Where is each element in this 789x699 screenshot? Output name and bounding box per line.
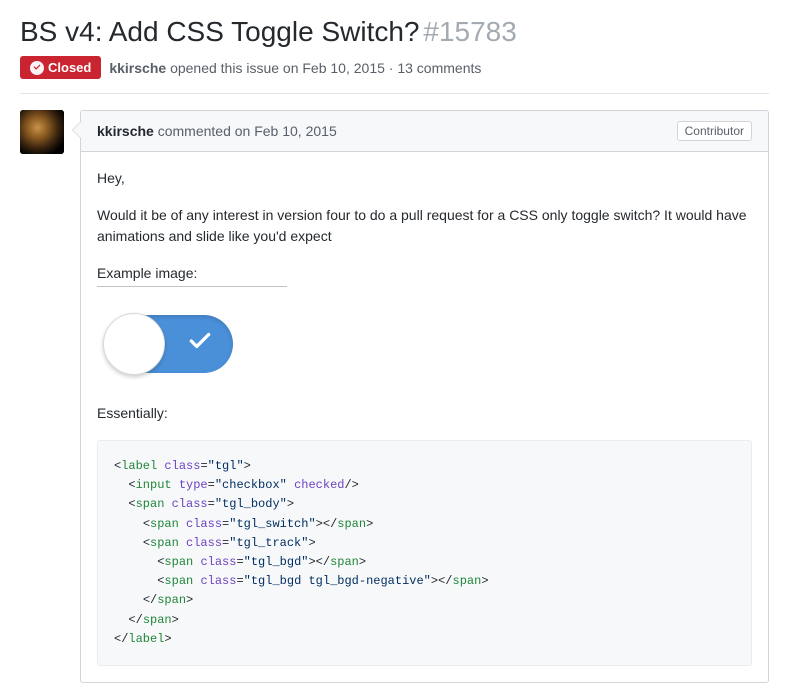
essentially-label: Essentially: (97, 403, 752, 424)
toggle-knob (103, 313, 165, 375)
comment-header: kkirsche commented on Feb 10, 2015 Contr… (81, 111, 768, 152)
comment-author-link[interactable]: kkirsche (97, 123, 154, 139)
state-label: Closed (48, 60, 91, 75)
issue-number: #15783 (423, 16, 516, 47)
code-block: <label class="tgl"> <input type="checkbo… (97, 440, 752, 666)
issue-meta: Closed kkirsche opened this issue on Feb… (20, 56, 769, 79)
timeline: kkirsche commented on Feb 10, 2015 Contr… (20, 110, 769, 683)
body-paragraph: Would it be of any interest in version f… (97, 205, 752, 247)
closed-icon (30, 61, 44, 75)
greeting-text: Hey, (97, 168, 752, 189)
comment-container: kkirsche commented on Feb 10, 2015 Contr… (80, 110, 769, 683)
issue-title: BS v4: Add CSS Toggle Switch? (20, 16, 420, 47)
issue-open-meta: kkirsche opened this issue on Feb 10, 20… (109, 60, 481, 76)
avatar[interactable] (20, 110, 64, 154)
state-badge-closed: Closed (20, 56, 101, 79)
role-badge: Contributor (677, 121, 752, 141)
toggle-switch-image (105, 315, 233, 373)
header-divider (20, 93, 769, 94)
issue-title-row: BS v4: Add CSS Toggle Switch? #15783 (20, 16, 769, 48)
issue-author-link[interactable]: kkirsche (109, 60, 166, 76)
comment-body: Hey, Would it be of any interest in vers… (81, 152, 768, 682)
example-caption: Example image: (97, 263, 287, 287)
issue-opened-text: opened this issue on Feb 10, 2015 · 13 c… (170, 60, 481, 76)
comment-action: commented on Feb 10, 2015 (158, 123, 337, 139)
check-icon (187, 328, 213, 360)
